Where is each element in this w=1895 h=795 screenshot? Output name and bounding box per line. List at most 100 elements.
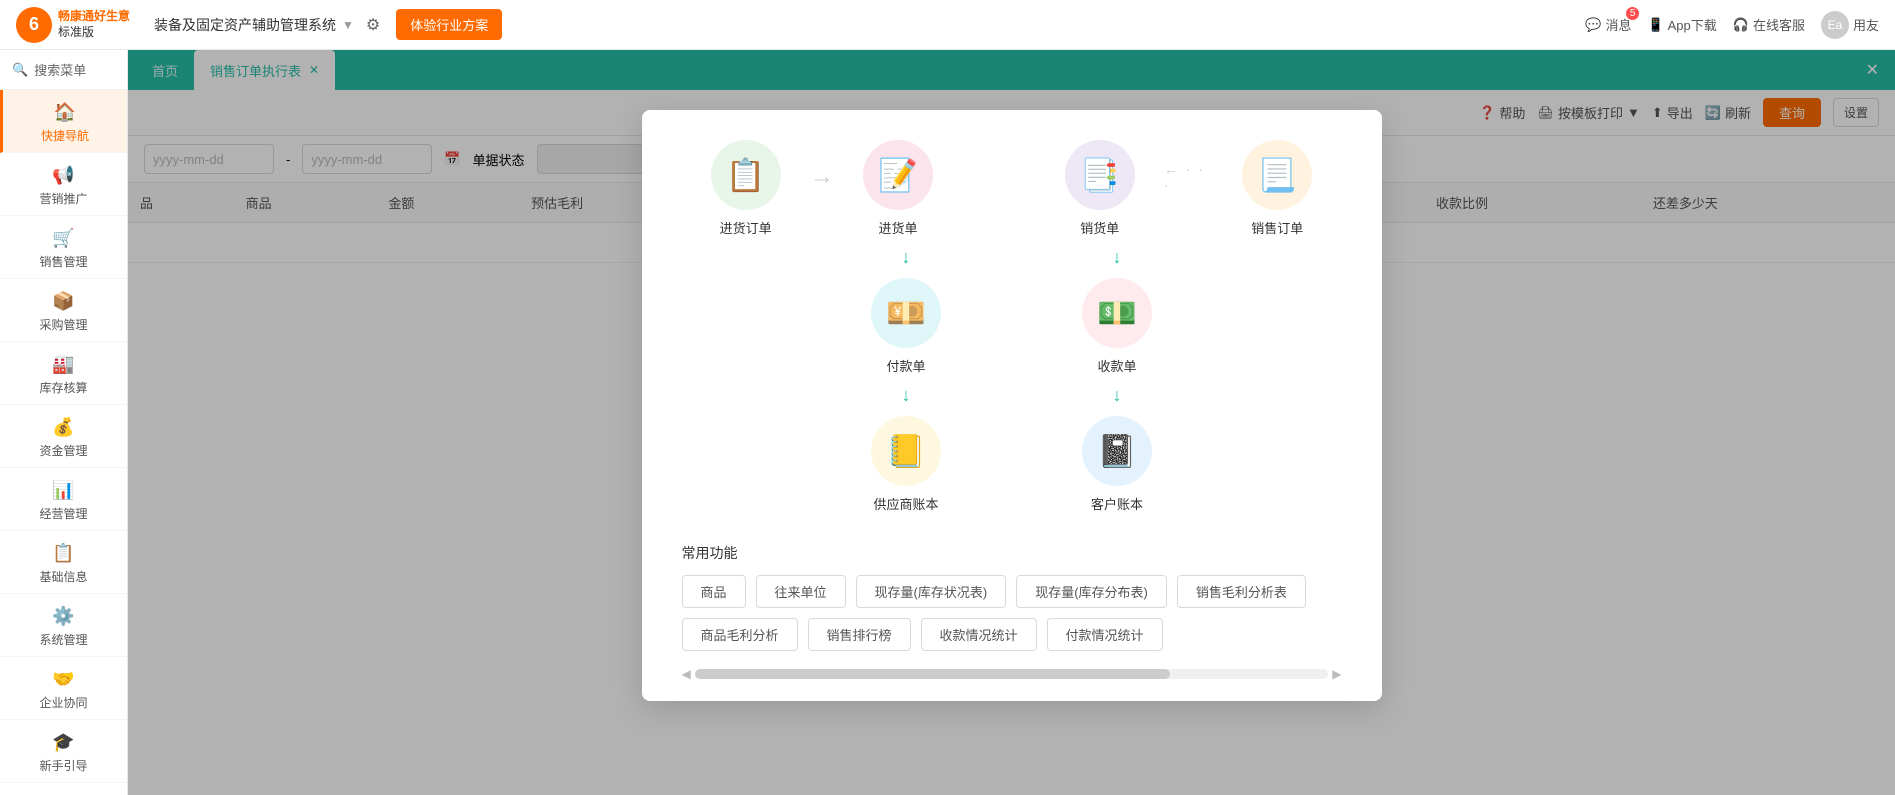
flow-node-payment[interactable]: 💴 付款单 bbox=[839, 278, 973, 375]
common-btn-stock-status[interactable]: 现存量(库存状况表) bbox=[856, 575, 1007, 608]
purchase-order-label: 进货订单 bbox=[720, 218, 772, 237]
home-icon: 🏠 bbox=[54, 102, 76, 123]
system-title: 装备及固定资产辅助管理系统 ▼ bbox=[154, 15, 354, 35]
flow-node-receipt[interactable]: 💵 收款单 bbox=[1050, 278, 1184, 375]
down-arrow-payment-icon: ↓ bbox=[901, 385, 910, 406]
common-btn-sales-margin[interactable]: 销售毛利分析表 bbox=[1177, 575, 1306, 608]
trial-button[interactable]: 体验行业方案 bbox=[396, 9, 502, 40]
flow-down-arrow-receipt: ↓ bbox=[1050, 385, 1184, 406]
customer-ledger-icon: 📓 bbox=[1082, 416, 1152, 486]
sidebar-item-inventory[interactable]: 🏭 库存核算 bbox=[0, 342, 127, 405]
message-icon: 💬 bbox=[1585, 17, 1601, 33]
flow-section: 📋 进货订单 → 📝 进货单 bbox=[682, 140, 1342, 523]
user-name: 用友 bbox=[1853, 15, 1879, 34]
system-title-dropdown-icon[interactable]: ▼ bbox=[342, 18, 354, 32]
payment-icon: 💴 bbox=[871, 278, 941, 348]
sidebar-item-sales[interactable]: 🛒 销售管理 bbox=[0, 216, 127, 279]
marketing-icon: 📢 bbox=[52, 165, 74, 186]
common-btn-product-margin[interactable]: 商品毛利分析 bbox=[682, 618, 798, 651]
flow-node-customer-ledger[interactable]: 📓 客户账本 bbox=[1050, 416, 1184, 513]
flow-row-arrows-2: ↓ ↓ bbox=[682, 385, 1342, 406]
sidebar-item-guide[interactable]: 🎓 新手引导 bbox=[0, 720, 127, 783]
scroll-right-arrow[interactable]: ▶ bbox=[1332, 667, 1341, 681]
system-icon: ⚙️ bbox=[52, 606, 74, 627]
message-item[interactable]: 💬 消息 5 bbox=[1585, 15, 1631, 34]
common-btn-receipt-stats[interactable]: 收款情况统计 bbox=[921, 618, 1037, 651]
inventory-icon: 🏭 bbox=[52, 354, 74, 375]
message-badge: 5 bbox=[1626, 7, 1640, 20]
common-btn-sales-ranking[interactable]: 销售排行榜 bbox=[808, 618, 911, 651]
sales-order-label: 销售订单 bbox=[1251, 218, 1303, 237]
popup-scrollbar-row: ◀ ▶ bbox=[682, 667, 1342, 681]
sidebar-item-basic-info[interactable]: 📋 基础信息 bbox=[0, 531, 127, 594]
common-section: 常用功能 商品 往来单位 现存量(库存状况表) 现存量(库存分布表) 销售毛利分… bbox=[682, 543, 1342, 651]
down-arrow-purchase-icon: ↓ bbox=[901, 247, 910, 268]
receipt-label: 收款单 bbox=[1098, 356, 1137, 375]
top-bar-right: 💬 消息 5 📱 App下载 🎧 在线客服 Ea 用友 bbox=[1585, 11, 1879, 39]
purchase-order-icon: 📋 bbox=[711, 140, 781, 210]
flow-node-purchase-order[interactable]: 📋 进货订单 bbox=[682, 140, 810, 237]
customer-ledger-label: 客户账本 bbox=[1091, 494, 1143, 513]
content-area: 首页 销售订单执行表 ✕ ✕ ❓ 帮助 🖨 按模板打印 ▼ bbox=[128, 50, 1895, 795]
avatar: Ea bbox=[1821, 11, 1849, 39]
sidebar-item-finance[interactable]: 💰 资金管理 bbox=[0, 405, 127, 468]
sidebar-item-collab[interactable]: 🤝 企业协同 bbox=[0, 657, 127, 720]
flow-row-1: 📋 进货订单 → 📝 进货单 bbox=[682, 140, 1342, 237]
basic-info-icon: 📋 bbox=[52, 543, 74, 564]
dashed-arrow-1: ← · · · bbox=[1164, 161, 1213, 217]
online-service-item[interactable]: 🎧 在线客服 bbox=[1733, 15, 1805, 34]
flow-row-arrows: ↓ ↓ bbox=[682, 247, 1342, 268]
arrow-right-1: → bbox=[810, 163, 834, 215]
logo-icon: 6 bbox=[16, 7, 52, 43]
supplier-ledger-icon: 📒 bbox=[871, 416, 941, 486]
flow-row-2: 💴 付款单 💵 收款单 bbox=[682, 278, 1342, 375]
flow-down-arrow-sales: ↓ bbox=[1050, 247, 1184, 268]
brand-name: 畅康通好生意 bbox=[58, 9, 130, 25]
supplier-ledger-label: 供应商账本 bbox=[873, 494, 938, 513]
guide-icon: 🎓 bbox=[52, 732, 74, 753]
flow-down-arrow-payment: ↓ bbox=[839, 385, 973, 406]
sidebar-search[interactable]: 🔍 搜索菜单 bbox=[0, 50, 127, 90]
common-btn-counterpart[interactable]: 往来单位 bbox=[756, 575, 846, 608]
purchase-icon: 📦 bbox=[52, 291, 74, 312]
user-avatar-item[interactable]: Ea 用友 bbox=[1821, 11, 1879, 39]
sales-slip-icon: 📑 bbox=[1065, 140, 1135, 210]
logo-area: 6 畅康通好生意 标准版 bbox=[16, 7, 144, 43]
flow-down-arrow-purchase: ↓ bbox=[839, 247, 973, 268]
common-btn-payment-stats[interactable]: 付款情况统计 bbox=[1047, 618, 1163, 651]
sidebar-item-marketing[interactable]: 📢 营销推广 bbox=[0, 153, 127, 216]
flow-node-supplier-ledger[interactable]: 📒 供应商账本 bbox=[839, 416, 973, 513]
common-btn-product[interactable]: 商品 bbox=[682, 575, 746, 608]
sales-order-icon: 📃 bbox=[1242, 140, 1312, 210]
popup-overlay[interactable]: 📋 进货订单 → 📝 进货单 bbox=[128, 50, 1895, 795]
common-buttons-container: 商品 往来单位 现存量(库存状况表) 现存量(库存分布表) 销售毛利分析表 商品… bbox=[682, 575, 1342, 651]
sidebar-item-quick-nav[interactable]: 🏠 快捷导航 bbox=[0, 90, 127, 153]
purchase-slip-label: 进货单 bbox=[879, 218, 918, 237]
flow-row-3: 📒 供应商账本 📓 客户账本 bbox=[682, 416, 1342, 513]
common-btn-stock-dist[interactable]: 现存量(库存分布表) bbox=[1016, 575, 1167, 608]
common-functions-title: 常用功能 bbox=[682, 543, 1342, 563]
search-icon: 🔍 bbox=[12, 62, 28, 78]
sidebar-item-system[interactable]: ⚙️ 系统管理 bbox=[0, 594, 127, 657]
flow-node-purchase-slip[interactable]: 📝 进货单 bbox=[834, 140, 962, 237]
scroll-left-arrow[interactable]: ◀ bbox=[682, 667, 691, 681]
flow-node-sales-slip[interactable]: 📑 销货单 bbox=[1036, 140, 1164, 237]
sidebar-item-operations[interactable]: 📊 经营管理 bbox=[0, 468, 127, 531]
app-container: 6 畅康通好生意 标准版 装备及固定资产辅助管理系统 ▼ ⚙ 体验行业方案 💬 … bbox=[0, 0, 1895, 795]
down-arrow-receipt-icon: ↓ bbox=[1113, 385, 1122, 406]
scrollbar-track bbox=[695, 669, 1329, 679]
sales-icon: 🛒 bbox=[52, 228, 74, 249]
flow-node-sales-order[interactable]: 📃 销售订单 bbox=[1213, 140, 1341, 237]
sidebar-item-purchase[interactable]: 📦 采购管理 bbox=[0, 279, 127, 342]
purchase-slip-icon: 📝 bbox=[863, 140, 933, 210]
logo-text: 畅康通好生意 标准版 bbox=[58, 9, 130, 40]
down-arrow-sales-icon: ↓ bbox=[1113, 247, 1122, 268]
collab-icon: 🤝 bbox=[52, 669, 74, 690]
payment-label: 付款单 bbox=[886, 356, 925, 375]
app-download-item[interactable]: 📱 App下载 bbox=[1647, 15, 1716, 34]
settings-gear-icon[interactable]: ⚙ bbox=[366, 15, 380, 35]
receipt-icon: 💵 bbox=[1082, 278, 1152, 348]
top-bar: 6 畅康通好生意 标准版 装备及固定资产辅助管理系统 ▼ ⚙ 体验行业方案 💬 … bbox=[0, 0, 1895, 50]
finance-icon: 💰 bbox=[52, 417, 74, 438]
phone-icon: 📱 bbox=[1647, 17, 1663, 33]
